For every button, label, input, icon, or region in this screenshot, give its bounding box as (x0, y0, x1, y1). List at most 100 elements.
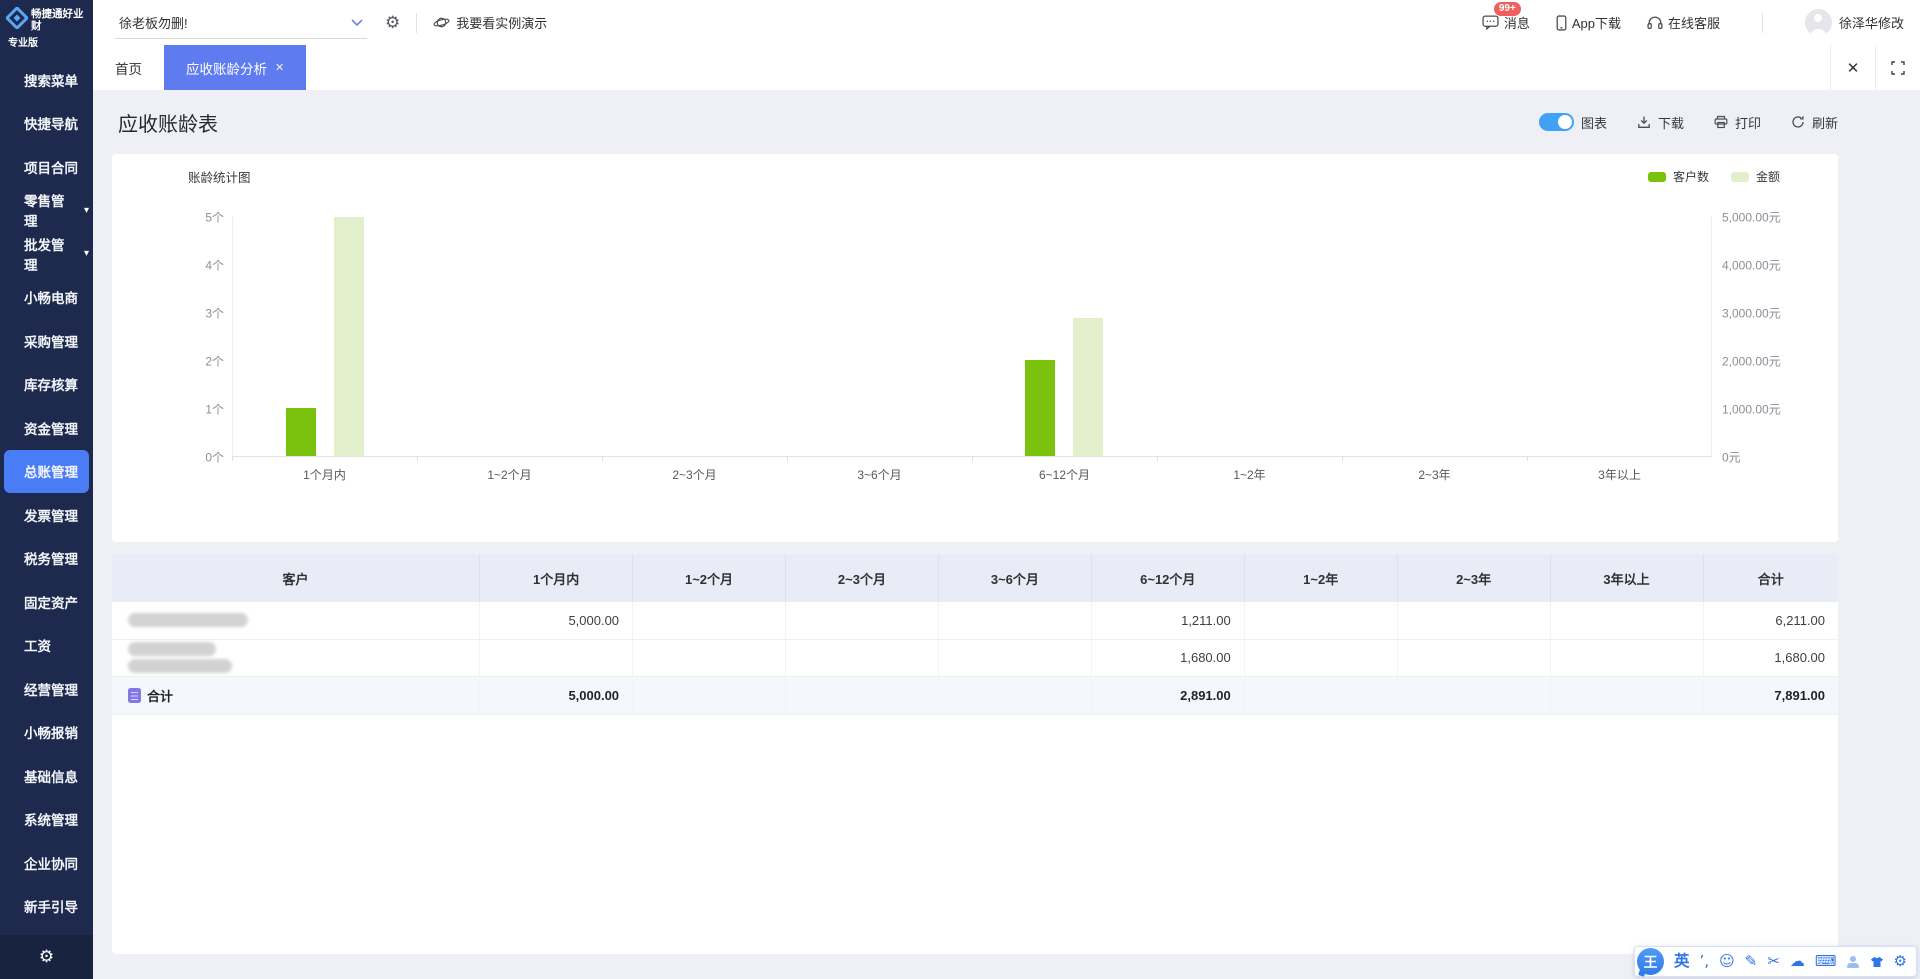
total-value-cell: 7,891.00 (1703, 676, 1838, 715)
close-icon[interactable]: ✕ (1830, 45, 1875, 90)
gear-icon[interactable]: ⚙ (385, 13, 400, 33)
sidebar-item-批发管理[interactable]: 批发管理 ▾ (4, 232, 89, 276)
total-value-cell (1550, 676, 1704, 715)
pen-icon[interactable]: ✎ (1745, 954, 1758, 969)
cloud-icon[interactable]: ☁ (1790, 954, 1805, 969)
sidebar-item-label: 新手引导 (24, 900, 78, 916)
download-button[interactable]: 下载 (1637, 113, 1684, 132)
x-axis-label: 6~12个月 (972, 456, 1157, 483)
bar-金额-1个月内 (334, 217, 365, 456)
sidebar-settings-button[interactable]: ⚙ (0, 935, 93, 979)
sidebar-item-小畅电商[interactable]: 小畅电商 (4, 276, 89, 320)
keyboard-icon[interactable]: ⌨ (1815, 954, 1837, 969)
column-header-3年以上[interactable]: 3年以上 (1550, 554, 1704, 602)
scissors-icon[interactable]: ✂ (1767, 954, 1780, 969)
x-axis-label: 1~2个月 (417, 456, 602, 483)
legend-label: 客户数 (1672, 170, 1709, 184)
planet-icon (433, 15, 450, 30)
brand-name: 畅捷通好业财 (31, 8, 84, 32)
plot-area (232, 217, 1712, 457)
chevron-down-icon: ▾ (83, 204, 89, 216)
column-header-1~2个月[interactable]: 1~2个月 (632, 554, 786, 602)
aging-table-panel: 客户 1个月内 1~2个月 2~3个月 3~6个月 6~12个月 1~2年 2~3年 3年以上合… (112, 554, 1838, 954)
value-cell (938, 639, 1092, 677)
sidebar-item-label: 资金管理 (24, 421, 78, 437)
bar-chart: 5个 4个 3个 2个 1个 0个 1个月内 1~2个月 2~3个月 3~6个月 6~12个月 1~… (112, 211, 1838, 483)
sidebar-item-项目合同[interactable]: 项目合同 (4, 145, 89, 189)
sidebar-item-企业协同[interactable]: 企业协同 (4, 841, 89, 885)
right-axis: 5,000.00元 4,000.00元 3,000.00元 2,000.00元 1,00… (1712, 211, 1838, 465)
sidebar-item-小畅报销[interactable]: 小畅报销 (4, 711, 89, 755)
total-value-cell (632, 676, 786, 715)
value-cell (1244, 639, 1398, 677)
tab-应收账龄分析[interactable]: 应收账龄分析 ✕ (164, 45, 307, 90)
sidebar-item-label: 小畅电商 (24, 291, 78, 307)
emoji-icon[interactable]: ☺ (1719, 954, 1735, 969)
legend-swatch (1647, 171, 1666, 182)
user-menu[interactable]: 徐泽华修改 (1804, 9, 1904, 36)
sidebar-item-库存核算[interactable]: 库存核算 (4, 363, 89, 407)
tab-close-icon[interactable]: ✕ (275, 61, 284, 74)
sidebar-item-总账管理[interactable]: 总账管理 (4, 449, 89, 493)
sidebar-item-发票管理[interactable]: 发票管理 (4, 493, 89, 537)
sidebar-item-固定资产[interactable]: 固定资产 (4, 580, 89, 624)
tab-首页[interactable]: 首页 (93, 45, 164, 90)
sidebar-item-基础信息[interactable]: 基础信息 (4, 754, 89, 798)
demo-link[interactable]: 我要看实例演示 (433, 13, 547, 32)
print-button[interactable]: 打印 (1714, 113, 1761, 132)
x-axis-label: 3年以上 (1527, 456, 1712, 483)
sidebar-item-label: 基础信息 (24, 769, 78, 785)
sidebar-item-资金管理[interactable]: 资金管理 (4, 406, 89, 450)
sidebar-item-系统管理[interactable]: 系统管理 (4, 798, 89, 842)
sidebar-item-新手引导[interactable]: 新手引导 (4, 885, 89, 929)
sidebar-item-采购管理[interactable]: 采购管理 (4, 319, 89, 363)
online-support-button[interactable]: 在线客服 (1647, 13, 1720, 32)
legend-item-客户数[interactable]: 客户数 (1647, 168, 1709, 185)
sidebar-item-label: 经营管理 (24, 682, 78, 698)
customer-cell-redacted (112, 639, 481, 677)
refresh-button[interactable]: 刷新 (1791, 113, 1838, 132)
chart-toggle[interactable]: 图表 (1538, 113, 1607, 132)
column-header-2~3个月[interactable]: 2~3个月 (785, 554, 939, 602)
column-header-合计[interactable]: 合计 (1703, 554, 1838, 602)
column-header-2~3年[interactable]: 2~3年 (1397, 554, 1551, 602)
download-label: 下载 (1657, 115, 1684, 131)
value-cell (938, 602, 1092, 640)
fullscreen-icon[interactable] (1875, 45, 1920, 90)
sidebar-item-label: 工资 (24, 639, 51, 655)
ime-mode-english[interactable]: 英 (1674, 953, 1690, 970)
toggle-on-icon[interactable] (1538, 113, 1574, 131)
app-download-button[interactable]: App下载 (1556, 13, 1621, 32)
account-selector[interactable]: 徐老板勿删! (115, 7, 367, 39)
sidebar-item-税务管理[interactable]: 税务管理 (4, 537, 89, 581)
chat-bubble-icon (1482, 15, 1499, 30)
demo-link-label: 我要看实例演示 (456, 16, 548, 31)
sidebar-item-label: 零售管理 (24, 194, 65, 230)
total-value-cell: 2,891.00 (1091, 676, 1245, 715)
sidebar-item-工资[interactable]: 工资 (4, 624, 89, 668)
column-header-1个月内[interactable]: 1个月内 (479, 554, 634, 602)
download-icon (1637, 115, 1651, 129)
ime-settings-icon[interactable]: ⚙ (1894, 954, 1907, 969)
person-icon[interactable] (1847, 955, 1860, 968)
sidebar-item-零售管理[interactable]: 零售管理 ▾ (4, 189, 89, 233)
value-cell (1397, 602, 1551, 640)
page-title: 应收账龄表 (118, 113, 218, 136)
x-axis-label: 1~2年 (1157, 456, 1342, 483)
chart-toggle-label: 图表 (1580, 115, 1607, 131)
chevron-down-icon (351, 18, 363, 26)
column-header-客户[interactable]: 客户 (112, 554, 481, 602)
sidebar-item-label: 批发管理 (24, 237, 65, 273)
column-header-3~6个月[interactable]: 3~6个月 (938, 554, 1092, 602)
punctuation-icon[interactable]: ’, (1700, 954, 1710, 969)
sidebar-item-经营管理[interactable]: 经营管理 (4, 667, 89, 711)
column-header-6~12个月[interactable]: 6~12个月 (1091, 554, 1245, 602)
messages-button[interactable]: 99+ 消息 (1482, 2, 1530, 32)
column-header-1~2年[interactable]: 1~2年 (1244, 554, 1398, 602)
sidebar-item-搜索菜单[interactable]: 搜索菜单 (4, 58, 89, 102)
legend-item-金额[interactable]: 金额 (1730, 168, 1780, 185)
ime-lang-badge[interactable]: 王 (1637, 948, 1665, 975)
x-axis-label: 2~3个月 (602, 456, 787, 483)
skin-icon[interactable] (1870, 956, 1884, 968)
sidebar-item-快捷导航[interactable]: 快捷导航 (4, 102, 89, 146)
